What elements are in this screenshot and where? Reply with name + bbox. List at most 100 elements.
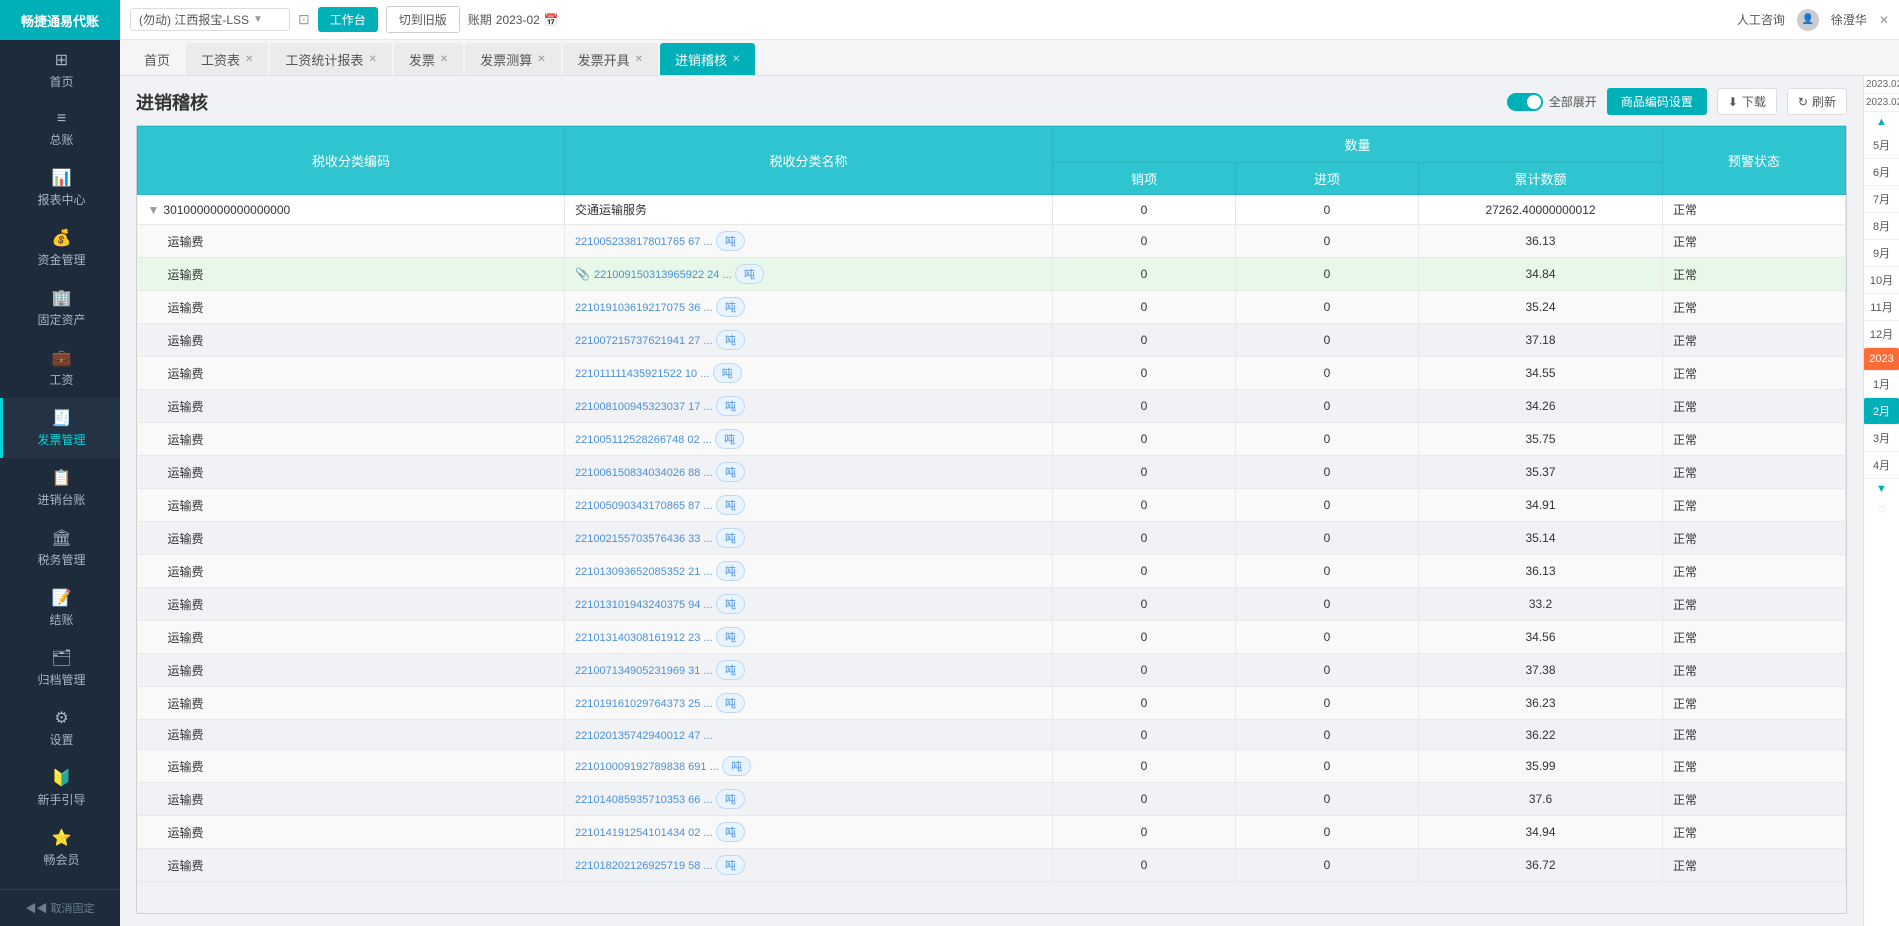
- invoice-code-value[interactable]: 221019161029764373 25 ...: [575, 698, 713, 710]
- support-link[interactable]: 人工咨询: [1737, 11, 1785, 28]
- calendar-2023[interactable]: 2023: [1864, 348, 1899, 371]
- invoice-code-value[interactable]: 221014191254101434 02 ...: [575, 827, 713, 839]
- table-row: ▼3010000000000000000交通运输服务0027262.400000…: [138, 195, 1846, 225]
- tab-close-icon[interactable]: ✕: [635, 54, 643, 65]
- settlement-icon: 📝: [52, 588, 72, 608]
- tab-close-icon[interactable]: ✕: [245, 54, 253, 65]
- calendar-nov[interactable]: 11月: [1864, 294, 1899, 321]
- invoice-code-value[interactable]: 221018202126925719 58 ...: [575, 860, 713, 872]
- invoice-code-value[interactable]: 221006150834034026 88 ...: [575, 467, 713, 479]
- sidebar-item-archive[interactable]: 🗂 归档管理: [0, 638, 120, 698]
- calendar-apr[interactable]: 4月: [1864, 452, 1899, 479]
- cell-status: 正常: [1663, 816, 1846, 849]
- settings-icon: ⚙: [54, 708, 68, 728]
- cell-purchase: 0: [1236, 225, 1419, 258]
- copy-icon[interactable]: ⊡: [298, 11, 310, 28]
- app-logo: 畅捷通易代账: [0, 0, 120, 40]
- invoice-code-value[interactable]: 221009150313965922 24 ...: [594, 269, 732, 281]
- sidebar-item-ledger[interactable]: ≡ 总账: [0, 100, 120, 158]
- calendar-down-nav[interactable]: ▼: [1872, 479, 1891, 499]
- invoice-code-value[interactable]: 221005233817801765 67 ...: [575, 236, 713, 248]
- product-code-settings-button[interactable]: 商品编码设置: [1607, 88, 1707, 115]
- refresh-button[interactable]: ↻ 刷新: [1787, 88, 1847, 115]
- company-selector[interactable]: (勿动) 江西报宝-LSS ▼: [130, 8, 290, 31]
- tab-close-icon[interactable]: ✕: [537, 54, 545, 65]
- calendar-aug[interactable]: 8月: [1864, 213, 1899, 240]
- invoice-code-value[interactable]: 221013140308161912 23 ...: [575, 632, 713, 644]
- tab-invoice-calc[interactable]: 发票测算 ✕: [465, 43, 560, 75]
- sidebar-item-payroll[interactable]: 💼 工资: [0, 338, 120, 398]
- invoice-code-value[interactable]: 221013101943240375 94 ...: [575, 599, 713, 611]
- content-area: 进销稽核 全部展开 商品编码设置 ⬇ 下载 ↻ 刷新: [120, 76, 1899, 926]
- invoice-code-value[interactable]: 221005090343170865 87 ...: [575, 500, 713, 512]
- sidebar-item-member[interactable]: ⭐ 畅会员: [0, 818, 120, 878]
- unpin-button[interactable]: ◀◀ 取消固定: [0, 889, 120, 926]
- tab-invoice[interactable]: 发票 ✕: [394, 43, 463, 75]
- invoice-code-value[interactable]: 221011111435921522 10 ...: [575, 368, 709, 380]
- sidebar-item-reports[interactable]: 📊 报表中心: [0, 158, 120, 218]
- calendar-jan[interactable]: 1月: [1864, 371, 1899, 398]
- calendar-sep[interactable]: 9月: [1864, 240, 1899, 267]
- download-button[interactable]: ⬇ 下载: [1717, 88, 1777, 115]
- invoice-code-value[interactable]: 221010009192789838 691 ...: [575, 761, 719, 773]
- calendar-oct[interactable]: 10月: [1864, 267, 1899, 294]
- cell-cumulative: 27262.40000000012: [1419, 195, 1663, 225]
- calendar-dec[interactable]: 12月: [1864, 321, 1899, 348]
- invoice-code-value[interactable]: 221007134905231969 31 ...: [575, 665, 713, 677]
- cell-cumulative: 37.38: [1419, 654, 1663, 687]
- username-label[interactable]: 徐澄华: [1831, 11, 1867, 28]
- cell-purchase: 0: [1236, 390, 1419, 423]
- sidebar-item-guide[interactable]: 🔰 新手引导: [0, 758, 120, 818]
- unit-tag: 吨: [716, 855, 745, 875]
- cell-sales: 0: [1053, 195, 1236, 225]
- sidebar-item-purchase-sales[interactable]: 📋 进销台账: [0, 458, 120, 518]
- topbar-close-icon[interactable]: ✕: [1879, 13, 1889, 27]
- tab-payroll-report[interactable]: 工资统计报表 ✕: [270, 43, 391, 75]
- calendar-up-nav[interactable]: ▲: [1872, 112, 1891, 132]
- sidebar-item-funds[interactable]: 💰 资金管理: [0, 218, 120, 278]
- cell-tax-name: 221013093652085352 21 ... 吨: [565, 555, 1053, 588]
- invoice-code-value[interactable]: 221019103619217075 36 ...: [575, 302, 713, 314]
- cell-sales: 0: [1053, 324, 1236, 357]
- row-name-value: 运输费: [168, 826, 204, 840]
- workspace-button[interactable]: 工作台: [318, 7, 378, 32]
- invoice-code-value[interactable]: 221020135742940012 47 ...: [575, 730, 713, 742]
- calendar-may[interactable]: 5月: [1864, 132, 1899, 159]
- tab-home[interactable]: 首页: [130, 44, 184, 75]
- calendar-feb[interactable]: 2月: [1864, 398, 1899, 425]
- expand-toggle[interactable]: [1507, 93, 1543, 111]
- unit-tag: 吨: [716, 396, 745, 416]
- calendar-jun[interactable]: 6月: [1864, 159, 1899, 186]
- sidebar-item-home[interactable]: ⊞ 首页: [0, 40, 120, 100]
- sidebar-item-tax[interactable]: 🏛 税务管理: [0, 518, 120, 578]
- sidebar-item-invoice[interactable]: 🧾 发票管理: [0, 398, 120, 458]
- invoice-code-value[interactable]: 221008100945323037 17 ...: [575, 401, 713, 413]
- calendar-jul[interactable]: 7月: [1864, 186, 1899, 213]
- row-collapse-icon[interactable]: ▼: [148, 203, 160, 217]
- cell-tax-code: 运输费: [138, 225, 565, 258]
- invoice-code-value[interactable]: 221005112528266748 02 ...: [575, 434, 712, 446]
- cell-tax-code: 运输费: [138, 555, 565, 588]
- tab-invoice-issue[interactable]: 发票开具 ✕: [563, 43, 658, 75]
- calendar-icon[interactable]: 📅: [544, 13, 559, 27]
- invoice-code-value[interactable]: 221007215737621941 27 ...: [575, 335, 713, 347]
- sidebar-item-settings[interactable]: ⚙ 设置: [0, 698, 120, 758]
- sidebar-item-assets[interactable]: 🏢 固定资产: [0, 278, 120, 338]
- switch-version-button[interactable]: 切到旧版: [386, 6, 460, 33]
- cell-cumulative: 35.99: [1419, 750, 1663, 783]
- period-label: 账期: [468, 11, 492, 28]
- invoice-code-value[interactable]: 221014085935710353 66 ...: [575, 794, 713, 806]
- tab-close-icon[interactable]: ✕: [732, 54, 740, 65]
- reports-icon: 📊: [52, 168, 72, 188]
- invoice-code-value[interactable]: 221013093652085352 21 ...: [575, 566, 713, 578]
- table-row: 运输费221019103619217075 36 ... 吨0035.24正常: [138, 291, 1846, 324]
- tab-payroll[interactable]: 工资表 ✕: [186, 43, 268, 75]
- tab-close-icon[interactable]: ✕: [440, 54, 448, 65]
- tab-purchase-sales-check[interactable]: 进销稽核 ✕: [660, 43, 755, 75]
- calendar-mar[interactable]: 3月: [1864, 425, 1899, 452]
- ledger-icon: ≡: [57, 110, 66, 128]
- tab-close-icon[interactable]: ✕: [368, 54, 376, 65]
- sidebar-item-settlement[interactable]: 📝 结账: [0, 578, 120, 638]
- tax-icon: 🏛: [51, 528, 71, 548]
- invoice-code-value[interactable]: 221002155703576436 33 ...: [575, 533, 713, 545]
